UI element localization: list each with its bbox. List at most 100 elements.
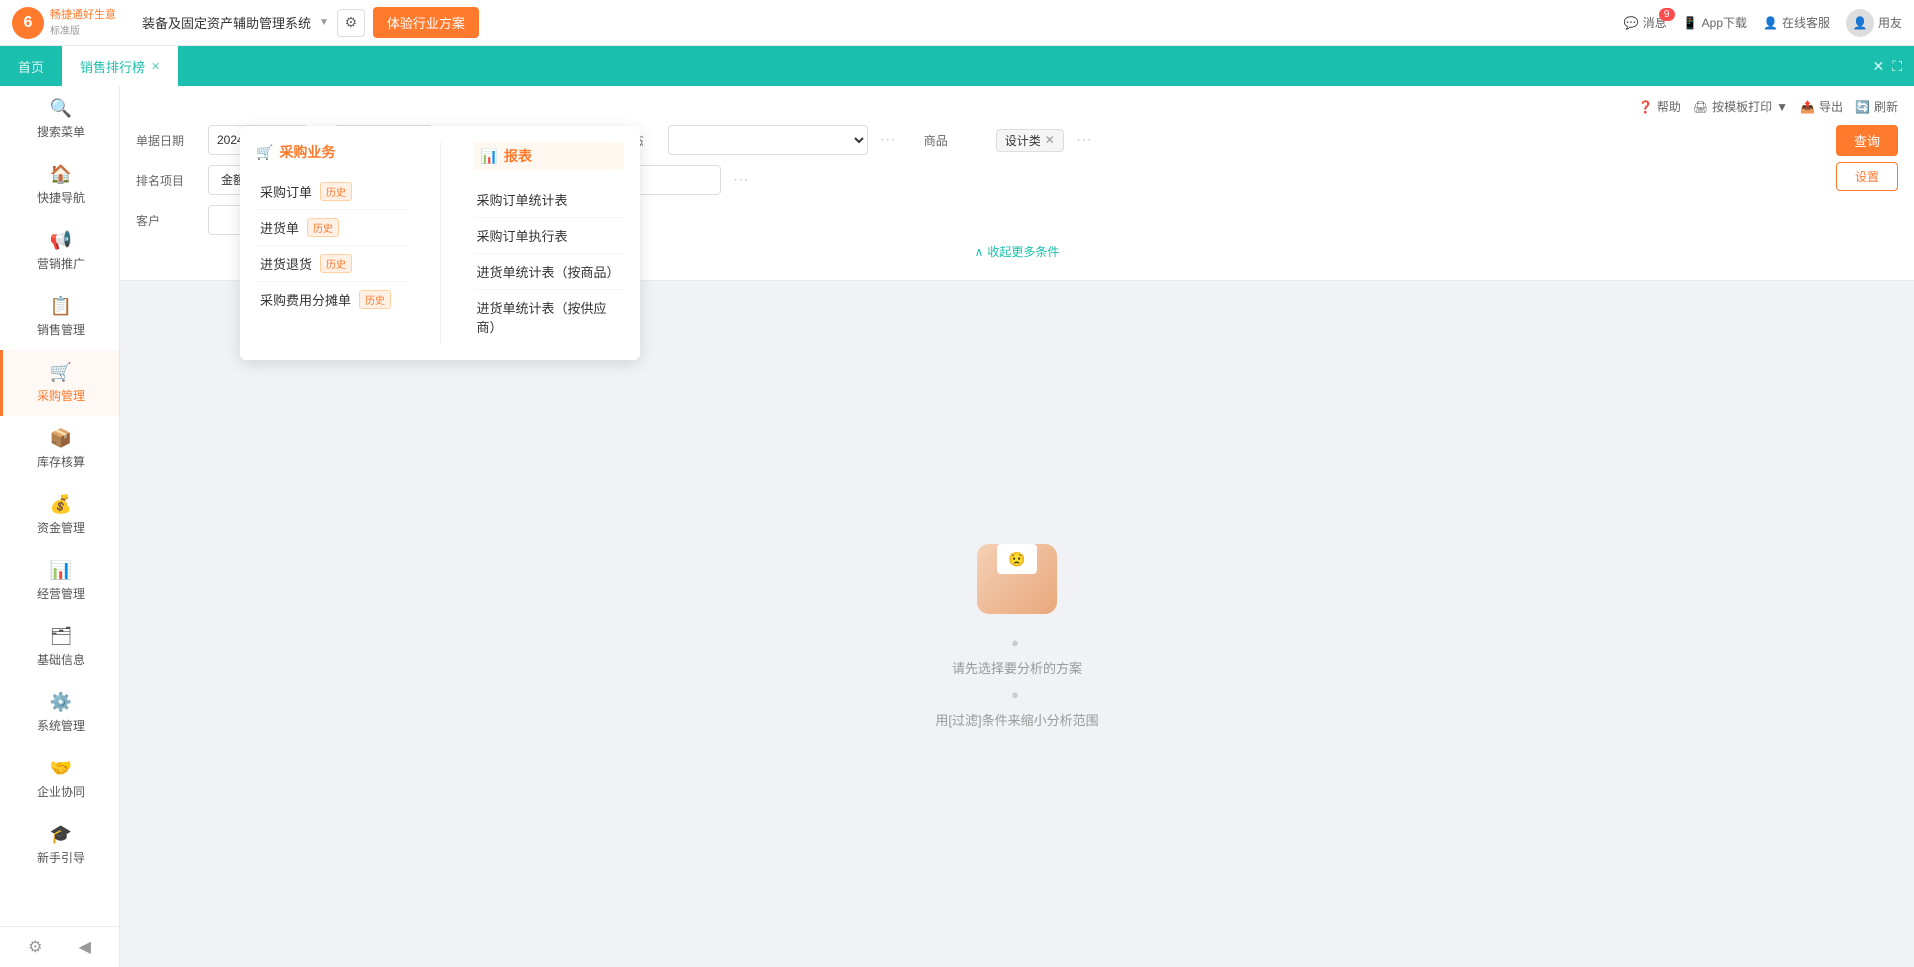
close-all-icon[interactable]: ✕ bbox=[1872, 58, 1884, 75]
sidebar-item-search[interactable]: 🔍 搜索菜单 bbox=[0, 86, 119, 152]
sidebar-footer-collapse-icon[interactable]: ◀ bbox=[79, 937, 91, 957]
user-menu[interactable]: 👤 用友 bbox=[1846, 9, 1902, 37]
menu-item-inbound-return-label: 进货退货 bbox=[260, 254, 312, 273]
salesman-dots[interactable]: ··· bbox=[733, 171, 749, 189]
status-select[interactable] bbox=[668, 125, 868, 155]
sidebar-item-marketing[interactable]: 📢 营销推广 bbox=[0, 218, 119, 284]
header-right: 💬 消息 9 📱 App下载 👤 在线客服 👤 用友 bbox=[1624, 9, 1902, 37]
purchase-expense-history-badge: 历史 bbox=[359, 290, 391, 309]
menu-item-inbound-return[interactable]: 进货退货 历史 bbox=[256, 246, 408, 282]
purchase-icon: 🛒 bbox=[50, 362, 72, 383]
print-dropdown-icon: ▼ bbox=[1776, 100, 1788, 114]
logo-name: 畅捷通好生意 bbox=[50, 8, 116, 22]
sidebar-footer-settings-icon[interactable]: ⚙ bbox=[28, 937, 42, 957]
query-button[interactable]: 查询 bbox=[1836, 125, 1898, 156]
finance-icon: 💰 bbox=[50, 494, 72, 515]
sidebar-item-newbie-label: 新手引导 bbox=[37, 849, 85, 866]
sidebar-item-system-label: 系统管理 bbox=[37, 717, 85, 734]
header-center: 装备及固定资产辅助管理系统 ▼ ⚙ 体验行业方案 bbox=[132, 7, 1624, 38]
system-name: 装备及固定资产辅助管理系统 bbox=[142, 13, 311, 32]
sidebar-item-purchase[interactable]: 🛒 采购管理 bbox=[0, 350, 119, 416]
sidebar-item-finance-label: 资金管理 bbox=[37, 519, 85, 536]
sidebar-item-system[interactable]: ⚙️ 系统管理 bbox=[0, 680, 119, 746]
logo-text-block: 畅捷通好生意 标准版 bbox=[50, 8, 116, 37]
sidebar-item-enterprise[interactable]: 🤝 企业协同 bbox=[0, 746, 119, 812]
filter-actions: 查询 设置 bbox=[1836, 125, 1898, 191]
sidebar-item-sales-label: 销售管理 bbox=[37, 321, 85, 338]
notification-button[interactable]: 💬 消息 9 bbox=[1624, 14, 1667, 31]
menu-item-inbound-stat-goods[interactable]: 进货单统计表（按商品） bbox=[473, 254, 625, 290]
online-service-button[interactable]: 👤 在线客服 bbox=[1763, 14, 1830, 31]
notification-icon: 💬 bbox=[1624, 16, 1639, 30]
menu-item-inbound-stat-supplier[interactable]: 进货单统计表（按供应商） bbox=[473, 290, 625, 344]
sidebar-item-search-label: 搜索菜单 bbox=[37, 123, 85, 140]
tab-close-icon[interactable]: ✕ bbox=[151, 60, 160, 73]
system-dropdown-arrow[interactable]: ▼ bbox=[319, 17, 329, 28]
menu-item-purchase-order-exec[interactable]: 采购订单执行表 bbox=[473, 218, 625, 254]
refresh-button[interactable]: 🔄 刷新 bbox=[1855, 98, 1898, 115]
menu-item-purchase-expense[interactable]: 采购费用分摊单 历史 bbox=[256, 282, 408, 317]
marketing-icon: 📢 bbox=[50, 230, 72, 251]
purchase-order-history-badge: 历史 bbox=[320, 182, 352, 201]
sidebar-item-operations[interactable]: 📊 经营管理 bbox=[0, 548, 119, 614]
logo-area: 6 畅捷通好生意 标准版 bbox=[12, 7, 132, 39]
report-section-icon: 📊 bbox=[481, 148, 498, 165]
filter-settings-button[interactable]: 设置 bbox=[1836, 162, 1898, 191]
export-icon: 📤 bbox=[1800, 100, 1815, 114]
industry-button[interactable]: 体验行业方案 bbox=[373, 7, 479, 38]
notification-badge: 9 bbox=[1659, 8, 1675, 21]
sidebar-item-inventory[interactable]: 📦 库存核算 bbox=[0, 416, 119, 482]
export-button[interactable]: 📤 导出 bbox=[1800, 98, 1843, 115]
sidebar-item-sales[interactable]: 📋 销售管理 bbox=[0, 284, 119, 350]
rank-label: 排名项目 bbox=[136, 172, 196, 189]
collapse-button[interactable]: ∧ 收起更多条件 bbox=[975, 243, 1060, 260]
inbound-return-history-badge: 历史 bbox=[320, 254, 352, 273]
robot-body: 😟 bbox=[977, 544, 1057, 614]
menu-item-inbound-stat-supplier-label: 进货单统计表（按供应商） bbox=[477, 298, 621, 336]
status-dots[interactable]: ··· bbox=[880, 131, 896, 149]
toolbar-top-actions: ❓ 帮助 🖨 按模板打印 ▼ 📤 导出 🔄 刷新 bbox=[136, 98, 1898, 115]
report-section-title: 📊 报表 bbox=[473, 142, 625, 170]
operations-icon: 📊 bbox=[50, 560, 72, 581]
sidebar-item-quick-nav[interactable]: 🏠 快捷导航 bbox=[0, 152, 119, 218]
app-download-button[interactable]: 📱 App下载 bbox=[1683, 14, 1747, 31]
sidebar-item-basic-info[interactable]: 🗂 基础信息 bbox=[0, 614, 119, 680]
service-icon: 👤 bbox=[1763, 16, 1778, 30]
sidebar-item-newbie[interactable]: 🎓 新手引导 bbox=[0, 812, 119, 878]
purchase-section-title: 🛒 采购业务 bbox=[256, 142, 408, 162]
menu-item-purchase-order-label: 采购订单 bbox=[260, 182, 312, 201]
tab-sales-rank[interactable]: 销售排行榜 ✕ bbox=[62, 46, 178, 86]
goods-dots[interactable]: ··· bbox=[1076, 131, 1092, 149]
empty-state: 😟 ● 请先选择要分析的方案 ● 用[过滤]条件来缩小分析范围 bbox=[120, 281, 1914, 967]
goods-tag-close[interactable]: ✕ bbox=[1045, 133, 1055, 147]
menu-item-inbound[interactable]: 进货单 历史 bbox=[256, 210, 408, 246]
phone-icon: 📱 bbox=[1683, 16, 1698, 30]
enterprise-icon: 🤝 bbox=[50, 758, 72, 779]
search-icon: 🔍 bbox=[50, 98, 72, 119]
robot-screen: 😟 bbox=[997, 544, 1037, 574]
sidebar: 🔍 搜索菜单 🏠 快捷导航 📢 营销推广 📋 销售管理 🛒 采购管理 📦 库存核… bbox=[0, 86, 120, 967]
goods-tag: 设计类 ✕ bbox=[996, 129, 1064, 152]
menu-divider bbox=[440, 142, 441, 344]
menu-item-purchase-expense-label: 采购费用分摊单 bbox=[260, 290, 351, 309]
system-settings-button[interactable]: ⚙ bbox=[337, 9, 365, 37]
sidebar-item-inventory-label: 库存核算 bbox=[37, 453, 85, 470]
help-button[interactable]: ❓ 帮助 bbox=[1638, 98, 1681, 115]
sidebar-item-quick-nav-label: 快捷导航 bbox=[37, 189, 85, 206]
menu-item-purchase-order[interactable]: 采购订单 历史 bbox=[256, 174, 408, 210]
online-service-label: 在线客服 bbox=[1782, 14, 1830, 31]
menu-item-purchase-order-stat[interactable]: 采购订单统计表 bbox=[473, 182, 625, 218]
logo-icon: 6 bbox=[12, 7, 44, 39]
sidebar-item-finance[interactable]: 💰 资金管理 bbox=[0, 482, 119, 548]
maximize-icon[interactable]: ⛶ bbox=[1892, 58, 1902, 75]
menu-item-inbound-label: 进货单 bbox=[260, 218, 299, 237]
top-header: 6 畅捷通好生意 标准版 装备及固定资产辅助管理系统 ▼ ⚙ 体验行业方案 💬 … bbox=[0, 0, 1914, 46]
empty-tip1: ● 请先选择要分析的方案 bbox=[935, 630, 1098, 682]
report-section: 📊 报表 采购订单统计表 采购订单执行表 进货单统计表（按商品） 进货单统计表（… bbox=[473, 142, 625, 344]
sidebar-item-marketing-label: 营销推广 bbox=[37, 255, 85, 272]
refresh-icon: 🔄 bbox=[1855, 100, 1870, 114]
print-button[interactable]: 🖨 按模板打印 ▼ bbox=[1693, 98, 1788, 115]
content-area: 🛒 采购业务 采购订单 历史 进货单 历史 进货退货 历史 采购费用分摊单 bbox=[120, 86, 1914, 967]
menu-item-inbound-stat-goods-label: 进货单统计表（按商品） bbox=[477, 262, 620, 281]
tab-home[interactable]: 首页 bbox=[0, 46, 62, 86]
